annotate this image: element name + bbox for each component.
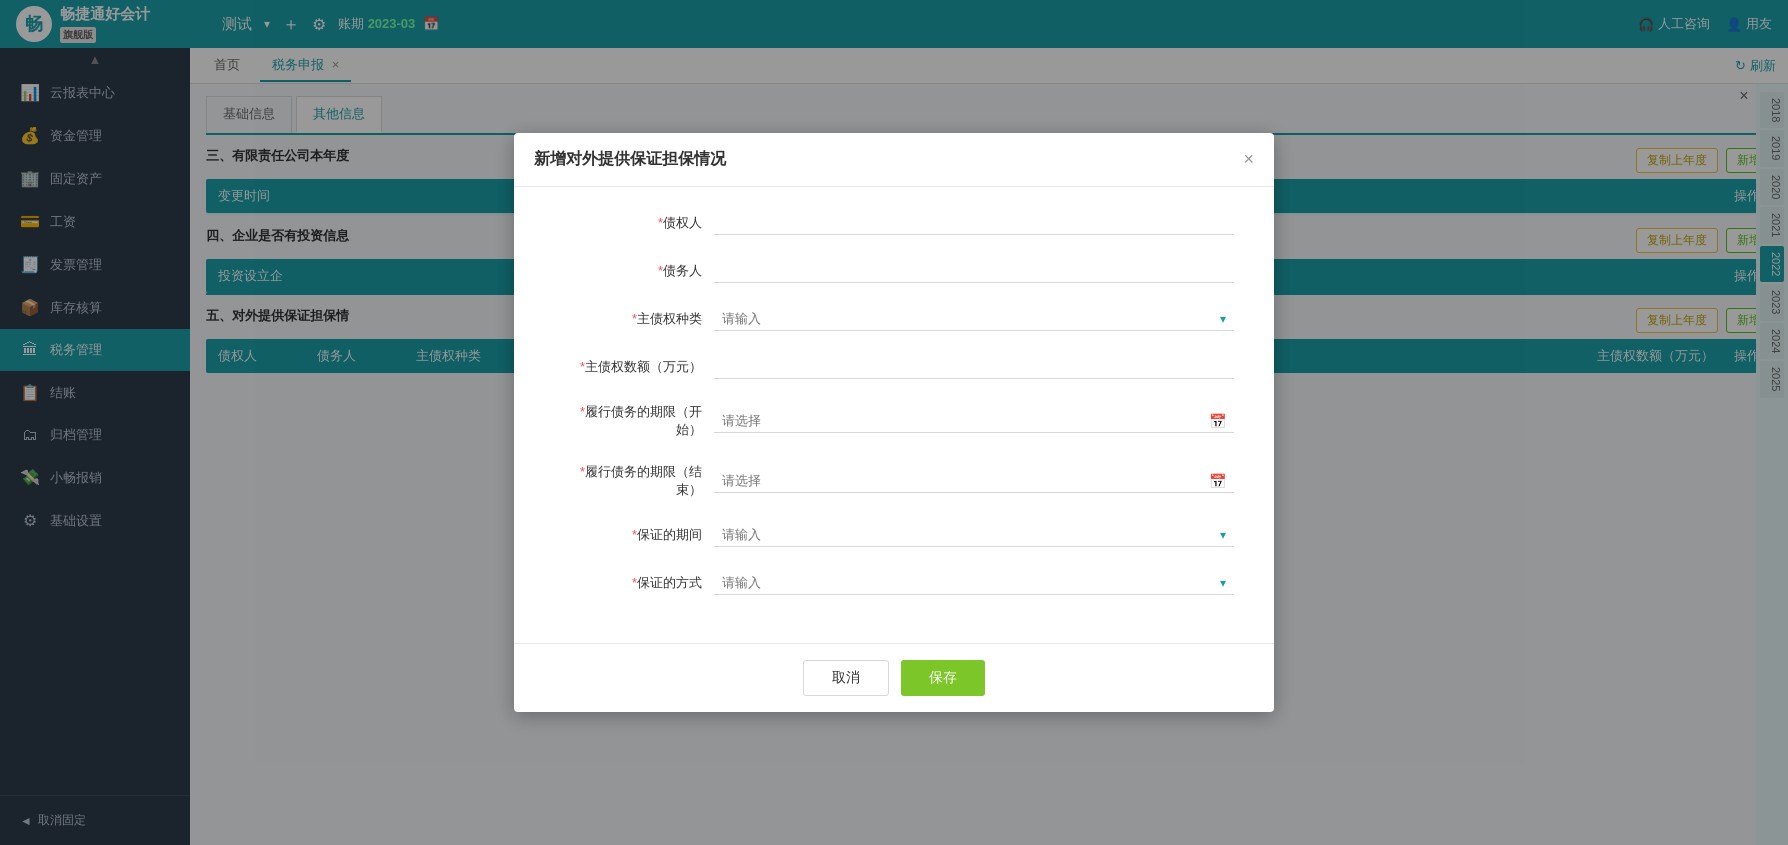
guarantee-period-select-wrapper: ▾ <box>714 523 1234 547</box>
claim-type-select[interactable] <box>714 307 1234 331</box>
form-row-debtor: *债务人 <box>554 259 1234 283</box>
period-start-wrapper: 📅 <box>714 409 1234 433</box>
claim-amount-input[interactable] <box>714 355 1234 379</box>
form-row-period-start: *履行债务的期限（开始） 📅 <box>554 403 1234 439</box>
modal-title: 新增对外提供保证担保情况 <box>534 149 726 170</box>
period-end-label: *履行债务的期限（结束） <box>554 463 714 499</box>
form-row-guarantee-method: *保证的方式 ▾ <box>554 571 1234 595</box>
modal-header: 新增对外提供保证担保情况 × <box>514 133 1274 187</box>
form-row-guarantee-period: *保证的期间 ▾ <box>554 523 1234 547</box>
debtor-input[interactable] <box>714 259 1234 283</box>
modal-close-button[interactable]: × <box>1243 149 1254 170</box>
modal-footer: 取消 保存 <box>514 643 1274 712</box>
debtor-label: *债务人 <box>554 262 714 280</box>
period-end-wrapper: 📅 <box>714 469 1234 493</box>
form-row-claim-amount: *主债权数额（万元） <box>554 355 1234 379</box>
form-row-claim-type: *主债权种类 ▾ <box>554 307 1234 331</box>
period-end-calendar-icon[interactable]: 📅 <box>1209 473 1226 489</box>
modal-body: *债权人 *债务人 *主债权种类 ▾ <box>514 187 1274 643</box>
guarantee-period-select[interactable] <box>714 523 1234 547</box>
creditor-input[interactable] <box>714 211 1234 235</box>
claim-type-label: *主债权种类 <box>554 310 714 328</box>
modal-overlay: 新增对外提供保证担保情况 × *债权人 *债务人 *主债权种类 <box>0 0 1788 845</box>
cancel-button[interactable]: 取消 <box>803 660 889 696</box>
creditor-label: *债权人 <box>554 214 714 232</box>
modal-dialog: 新增对外提供保证担保情况 × *债权人 *债务人 *主债权种类 <box>514 133 1274 712</box>
guarantee-method-select-wrapper: ▾ <box>714 571 1234 595</box>
save-button[interactable]: 保存 <box>901 660 985 696</box>
period-end-input[interactable] <box>714 469 1234 493</box>
period-start-label: *履行债务的期限（开始） <box>554 403 714 439</box>
period-start-calendar-icon[interactable]: 📅 <box>1209 413 1226 429</box>
guarantee-method-select[interactable] <box>714 571 1234 595</box>
claim-type-select-wrapper: ▾ <box>714 307 1234 331</box>
guarantee-period-label: *保证的期间 <box>554 526 714 544</box>
period-start-input[interactable] <box>714 409 1234 433</box>
guarantee-method-label: *保证的方式 <box>554 574 714 592</box>
form-row-creditor: *债权人 <box>554 211 1234 235</box>
form-row-period-end: *履行债务的期限（结束） 📅 <box>554 463 1234 499</box>
claim-amount-label: *主债权数额（万元） <box>554 358 714 376</box>
